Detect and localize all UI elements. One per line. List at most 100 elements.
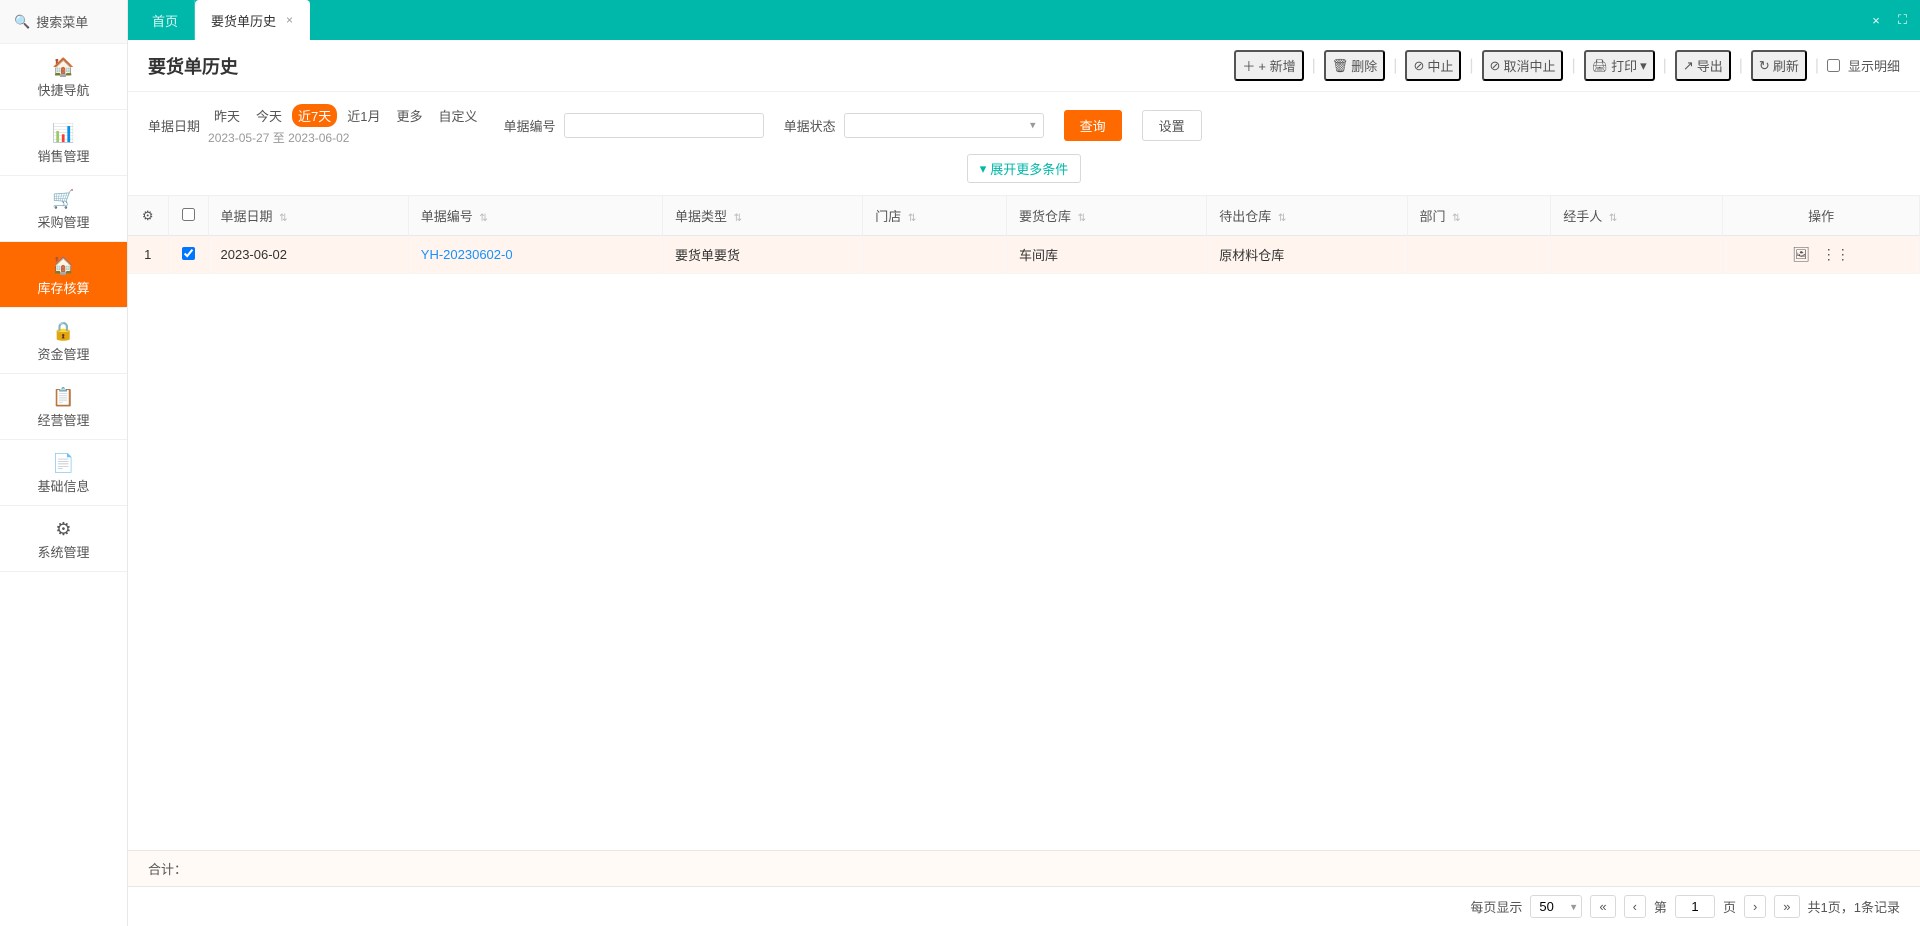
- main-area: 首页 要货单历史 × × ⛶ 要货单历史 ＋ + 新增 | 🗑 删除: [128, 0, 1920, 926]
- th-dest-warehouse[interactable]: 待出仓库 ⇅: [1207, 196, 1407, 236]
- order-no-filter-group: 单据编号: [504, 113, 764, 138]
- table-area: ⚙ 单据日期 ⇅ 单据编号 ⇅ 单据类型: [128, 196, 1920, 850]
- prev-page-btn[interactable]: ‹: [1624, 895, 1646, 918]
- td-order-type: 要货单要货: [662, 236, 862, 274]
- next-page-btn[interactable]: ›: [1744, 895, 1766, 918]
- export-icon: ↗: [1683, 58, 1694, 74]
- sidebar-search[interactable]: 🔍 搜索菜单: [0, 0, 127, 44]
- sort-order-type-icon: ⇅: [734, 213, 742, 224]
- operations-icon: 📋: [52, 388, 74, 406]
- sidebar-item-basic-info[interactable]: 📄 基础信息: [0, 440, 127, 506]
- print-label: 打印: [1611, 56, 1637, 75]
- search-icon: 🔍: [14, 14, 30, 30]
- cancel-suspend-button[interactable]: ⊘ 取消中止: [1482, 50, 1564, 81]
- th-checkbox[interactable]: [168, 196, 208, 236]
- per-page-select[interactable]: 10 20 50 100: [1530, 895, 1582, 918]
- new-button[interactable]: ＋ + 新增: [1234, 50, 1303, 81]
- date-filter-group: 单据日期 昨天 今天 近7天 近1月 更多 自定义 2023-05-27 至 2…: [148, 104, 484, 146]
- order-no-label: 单据编号: [504, 116, 556, 135]
- th-order-no[interactable]: 单据编号 ⇅: [408, 196, 662, 236]
- date-shortcut-yesterday[interactable]: 昨天: [208, 104, 246, 127]
- sidebar-item-quick-nav[interactable]: 🏠 快捷导航: [0, 44, 127, 110]
- refresh-button[interactable]: ↻ 刷新: [1751, 50, 1807, 81]
- td-actions: 🖼 ⋮⋮: [1723, 236, 1920, 274]
- sidebar-item-sales-label: 销售管理: [37, 146, 89, 165]
- date-shortcut-custom[interactable]: 自定义: [433, 104, 484, 127]
- purchase-icon: 🛒: [52, 190, 74, 208]
- export-button[interactable]: ↗ 导出: [1675, 50, 1731, 81]
- last-page-btn[interactable]: »: [1774, 895, 1799, 918]
- tab-home[interactable]: 首页: [136, 0, 195, 40]
- th-date[interactable]: 单据日期 ⇅: [208, 196, 408, 236]
- window-close-btn[interactable]: ×: [1867, 10, 1885, 31]
- sort-date-icon: ⇅: [279, 213, 287, 224]
- order-no-link[interactable]: YH-20230602-0: [421, 247, 513, 262]
- sort-order-no-icon: ⇅: [479, 213, 487, 224]
- cancel-suspend-icon: ⊘: [1490, 58, 1501, 74]
- date-shortcuts: 昨天 今天 近7天 近1月 更多 自定义: [208, 104, 484, 127]
- row-checkbox[interactable]: [182, 247, 195, 260]
- th-department[interactable]: 部门 ⇅: [1407, 196, 1551, 236]
- sort-req-warehouse-icon: ⇅: [1078, 213, 1086, 224]
- td-req-warehouse: 车间库: [1006, 236, 1206, 274]
- new-label: + 新增: [1258, 56, 1295, 75]
- sidebar-item-quick-nav-label: 快捷导航: [37, 80, 89, 99]
- first-page-btn[interactable]: «: [1590, 895, 1615, 918]
- expand-more-btn[interactable]: ▾ 展开更多条件: [967, 154, 1082, 183]
- expand-more-label: 展开更多条件: [990, 159, 1068, 178]
- status-filter-group: 单据状态: [784, 113, 1044, 138]
- sidebar-item-purchase[interactable]: 🛒 采购管理: [0, 176, 127, 242]
- date-shortcut-today[interactable]: 今天: [250, 104, 288, 127]
- row-view-btn[interactable]: 🖼: [1788, 244, 1814, 264]
- sidebar-item-finance[interactable]: 🔒 资金管理: [0, 308, 127, 374]
- page-input[interactable]: [1675, 895, 1715, 918]
- page-label-suffix: 页: [1723, 897, 1736, 916]
- summary-label: 合计：: [148, 859, 187, 878]
- table-header-row: ⚙ 单据日期 ⇅ 单据编号 ⇅ 单据类型: [128, 196, 1920, 236]
- date-shortcut-more[interactable]: 更多: [391, 104, 429, 127]
- th-req-warehouse[interactable]: 要货仓库 ⇅: [1006, 196, 1206, 236]
- sidebar-item-system[interactable]: ⚙ 系统管理: [0, 506, 127, 572]
- tab-requisition-history-label: 要货单历史: [211, 11, 276, 30]
- status-select[interactable]: [844, 113, 1044, 138]
- tab-close-icon[interactable]: ×: [286, 13, 293, 27]
- select-all-checkbox[interactable]: [182, 208, 195, 221]
- order-no-input[interactable]: [564, 113, 764, 138]
- query-button[interactable]: 查询: [1064, 110, 1122, 141]
- date-shortcut-7days[interactable]: 近7天: [292, 104, 337, 127]
- sort-dest-warehouse-icon: ⇅: [1278, 213, 1286, 224]
- window-maximize-btn[interactable]: ⛶: [1893, 9, 1912, 31]
- data-table: ⚙ 单据日期 ⇅ 单据编号 ⇅ 单据类型: [128, 196, 1920, 274]
- sidebar-item-inventory[interactable]: 🏠 库存核算: [0, 242, 127, 308]
- th-order-type[interactable]: 单据类型 ⇅: [662, 196, 862, 236]
- basic-info-icon: 📄: [52, 454, 74, 472]
- sidebar-item-purchase-label: 采购管理: [37, 212, 89, 231]
- th-store[interactable]: 门店 ⇅: [863, 196, 1007, 236]
- settings-button[interactable]: 设置: [1142, 110, 1202, 141]
- th-actions: 操作: [1723, 196, 1920, 236]
- filter-area: 单据日期 昨天 今天 近7天 近1月 更多 自定义 2023-05-27 至 2…: [128, 92, 1920, 196]
- sort-handler-icon: ⇅: [1609, 213, 1617, 224]
- sidebar-item-system-label: 系统管理: [37, 542, 89, 561]
- print-button[interactable]: 🖨 打印 ▾: [1584, 50, 1655, 81]
- td-checkbox[interactable]: [168, 236, 208, 274]
- sales-icon: 📊: [52, 124, 74, 142]
- tab-bar: 首页 要货单历史 × × ⛶: [128, 0, 1920, 40]
- th-settings[interactable]: ⚙: [128, 196, 168, 236]
- display-detail-checkbox[interactable]: [1827, 59, 1840, 72]
- tab-home-label: 首页: [152, 11, 178, 30]
- status-select-wrapper: [844, 113, 1044, 138]
- delete-button[interactable]: 🗑 删除: [1324, 50, 1386, 81]
- sidebar-item-sales[interactable]: 📊 销售管理: [0, 110, 127, 176]
- tab-requisition-history[interactable]: 要货单历史 ×: [195, 0, 310, 40]
- sidebar-search-label: 搜索菜单: [36, 12, 88, 31]
- td-store: [863, 236, 1007, 274]
- th-handler[interactable]: 经手人 ⇅: [1551, 196, 1723, 236]
- display-detail-toggle[interactable]: 显示明细: [1827, 56, 1900, 75]
- per-page-label: 每页显示: [1470, 897, 1522, 916]
- sidebar-item-operations[interactable]: 📋 经营管理: [0, 374, 127, 440]
- date-shortcut-1month[interactable]: 近1月: [341, 104, 386, 127]
- row-more-btn[interactable]: ⋮⋮: [1818, 244, 1854, 264]
- sidebar-item-finance-label: 资金管理: [37, 344, 89, 363]
- suspend-button[interactable]: ⊘ 中止: [1405, 50, 1461, 81]
